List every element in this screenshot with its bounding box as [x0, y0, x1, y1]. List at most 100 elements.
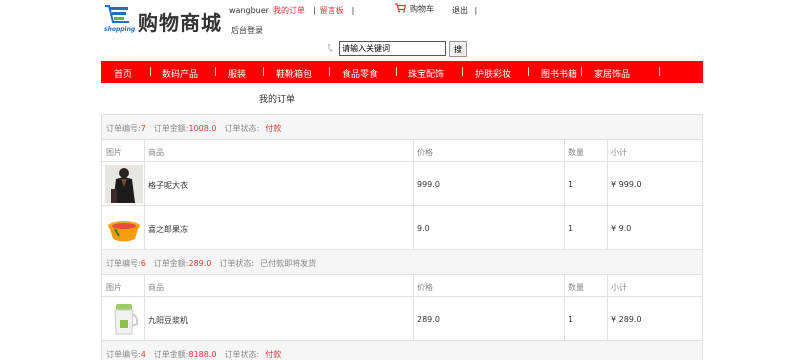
nav-divider: | — [149, 67, 153, 77]
cart-logo-icon: shopping — [102, 5, 136, 35]
jelly-photo[interactable] — [105, 209, 143, 247]
category-nav: 首页 | 数码产品 | 服装 | 鞋靴箱包 | 食品零食 | 珠宝配饰 | 护肤彩妆 | 图书书籍 | 家居饰品… — [101, 61, 703, 83]
column-price: 价格 — [417, 283, 433, 292]
nav-divider: | — [658, 67, 662, 77]
order-amount-label: 订单金额: — [153, 259, 189, 268]
product-name-link[interactable]: 九阳豆浆机 — [148, 315, 188, 326]
nav-item[interactable]: 护肤彩妆 — [475, 67, 511, 80]
column-header-row: 图片 商品 价格 数量 小计 — [102, 140, 702, 162]
nav-divider: | — [461, 67, 465, 77]
admin-login-link[interactable]: 后台登录 — [231, 25, 263, 36]
divider: | — [312, 6, 316, 15]
nav-item[interactable]: 服装 — [228, 67, 246, 80]
order-amount: 8188.0 — [188, 350, 217, 359]
order-item-row: 格子呢大衣 999.0 1 ¥ 999.0 — [102, 162, 702, 206]
pay-link[interactable]: 付款 — [265, 124, 281, 133]
order-status: 已付款即将发货 — [260, 259, 317, 268]
search-input[interactable] — [339, 41, 446, 56]
nav-divider: | — [580, 67, 584, 77]
order-amount-label: 订单金额: — [153, 124, 189, 133]
nav-divider: | — [527, 67, 531, 77]
order-no-label: 订单编号: — [106, 350, 141, 359]
column-divider — [607, 297, 608, 340]
divider: | — [351, 6, 355, 15]
divider: | — [474, 6, 478, 15]
column-divider — [564, 140, 565, 161]
nav-item[interactable]: 家居饰品 — [594, 67, 630, 80]
order-no: 7 — [140, 124, 146, 133]
nav-item[interactable]: 鞋靴箱包 — [276, 67, 312, 80]
column-divider — [564, 162, 565, 205]
nav-item[interactable]: 食品零食 — [342, 67, 378, 80]
column-divider — [144, 206, 145, 249]
order-header: 订单编号:4 订单金额:8188.0 订单状态: 付款 — [102, 341, 702, 360]
order-amount: 289.0 — [188, 259, 212, 268]
cart-label: 购物车 — [410, 4, 434, 14]
item-price: 289.0 — [417, 315, 440, 324]
logout-link[interactable]: 退出 — [452, 6, 468, 15]
column-product: 商品 — [148, 148, 164, 157]
pay-link[interactable]: 付款 — [265, 350, 281, 359]
nav-item[interactable]: 图书书籍 — [541, 67, 577, 80]
order-amount-label: 订单金额: — [153, 350, 189, 359]
nav-divider: | — [328, 67, 332, 77]
nav-item[interactable]: 珠宝配饰 — [408, 67, 444, 80]
coat-photo[interactable] — [105, 165, 143, 203]
order-no: 4 — [140, 350, 146, 359]
nav-item[interactable]: 首页 — [114, 67, 132, 80]
nav-divider: | — [262, 67, 266, 77]
order-no-label: 订单编号: — [106, 124, 141, 133]
search-button[interactable]: 搜 — [449, 41, 467, 57]
order-status-label: 订单状态: — [224, 124, 260, 133]
column-subtotal: 小计 — [611, 283, 627, 292]
column-divider — [607, 206, 608, 249]
nav-item[interactable]: 数码产品 — [162, 67, 198, 80]
order-amount: 1008.0 — [188, 124, 217, 133]
column-divider — [564, 275, 565, 296]
order-header: 订单编号:6 订单金额:289.0 订单状态: 已付款即将发货 — [102, 250, 702, 275]
soymilk-maker-photo[interactable] — [105, 300, 143, 338]
column-divider — [607, 140, 608, 161]
item-subtotal: ¥ 9.0 — [611, 224, 632, 233]
column-divider — [144, 140, 145, 161]
order-status-label: 订单状态: — [224, 350, 260, 359]
order-item-row: 九阳豆浆机 289.0 1 ¥ 289.0 — [102, 297, 702, 341]
column-divider — [564, 297, 565, 340]
column-divider — [413, 206, 414, 249]
column-image: 图片 — [106, 148, 122, 157]
guestbook-link[interactable]: 留言板 — [320, 6, 344, 15]
logout-group: 退出 | — [452, 5, 477, 16]
orders-table: 订单编号:7 订单金额:1008.0 订单状态: 付款 图片 商品 价格 数量 小计 格子呢大衣 9… — [101, 114, 703, 360]
page-title: 我的订单 — [259, 95, 296, 105]
order-no-label: 订单编号: — [106, 259, 141, 268]
column-divider — [607, 275, 608, 296]
column-divider — [607, 162, 608, 205]
page: shopping 购物商城 wangbuer 我的订单 | 留言板 | 购物车 退出 |… — [0, 0, 811, 360]
column-product: 商品 — [148, 283, 164, 292]
item-qty: 1 — [568, 180, 574, 189]
item-subtotal: ¥ 999.0 — [611, 180, 642, 189]
item-qty: 1 — [568, 315, 574, 324]
item-subtotal: ¥ 289.0 — [611, 315, 642, 324]
user-bar: wangbuer 我的订单 | 留言板 | — [229, 5, 358, 17]
product-name-link[interactable]: 格子呢大衣 — [148, 180, 188, 191]
item-price: 9.0 — [417, 224, 430, 233]
column-header-row: 图片 商品 价格 数量 小计 — [102, 275, 702, 297]
column-qty: 数量 — [568, 283, 584, 292]
logo-word: shopping — [104, 26, 136, 33]
order-header: 订单编号:7 订单金额:1008.0 订单状态: 付款 — [102, 115, 702, 140]
column-divider — [564, 206, 565, 249]
order-no: 6 — [140, 259, 146, 268]
my-orders-link[interactable]: 我的订单 — [273, 6, 305, 15]
product-name-link[interactable]: 喜之郎果冻 — [148, 224, 188, 235]
nav-divider: | — [395, 67, 399, 77]
column-divider — [144, 275, 145, 296]
column-divider — [413, 275, 414, 296]
cart-link[interactable]: 购物车 — [395, 3, 434, 15]
column-divider — [144, 297, 145, 340]
nav-divider: | — [214, 67, 218, 77]
column-divider — [144, 162, 145, 205]
username: wangbuer — [229, 6, 269, 15]
item-price: 999.0 — [417, 180, 440, 189]
column-subtotal: 小计 — [611, 148, 627, 157]
